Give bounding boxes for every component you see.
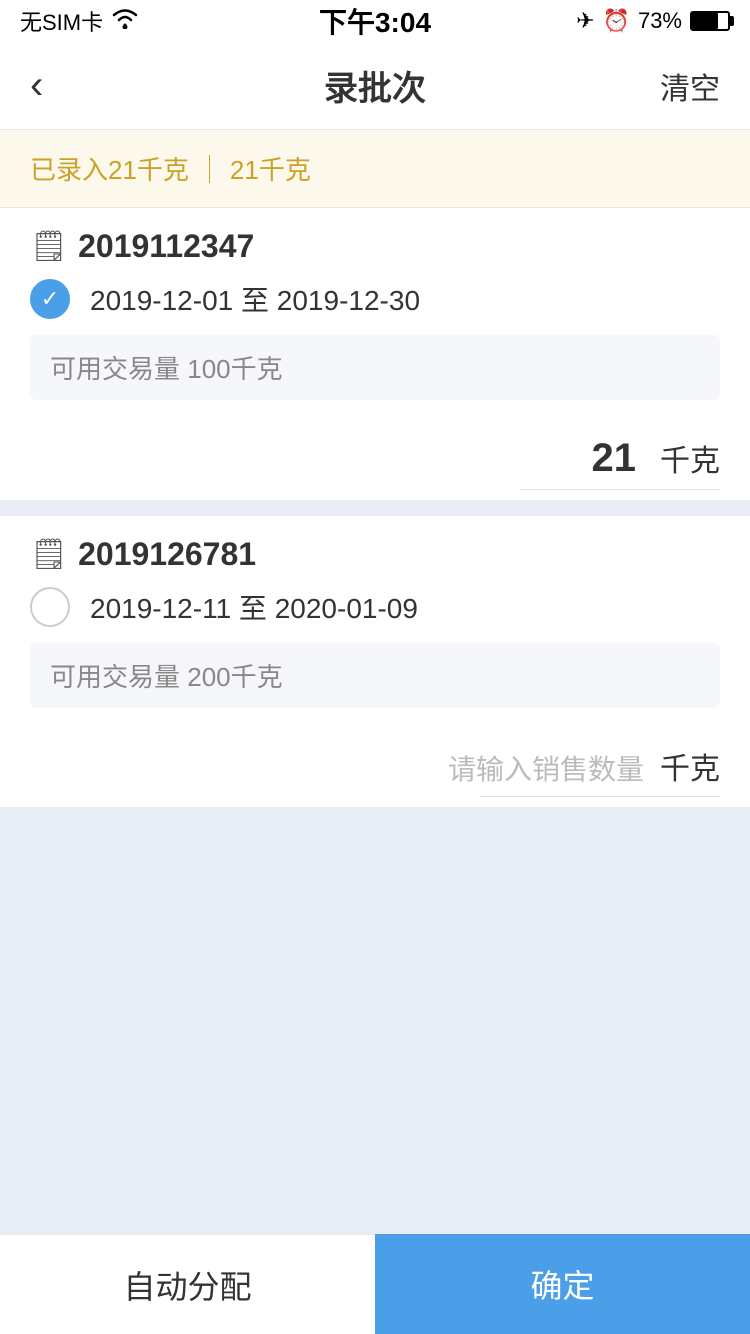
checkmark-icon: ✓ [41, 288, 59, 310]
input-underline [480, 796, 720, 797]
batch-2-date: 2019-12-11 至 2020-01-09 [90, 587, 418, 627]
batch-1-checkbox[interactable]: ✓ [30, 279, 70, 319]
status-right: ✈ ⏰ 73% [576, 8, 730, 34]
nav-title: 录批次 [324, 61, 426, 110]
batch-2-checkbox[interactable] [30, 587, 70, 627]
input-row: 请输入销售数量 千克 [30, 744, 720, 796]
amount-row: 21 千克 [30, 436, 720, 489]
status-time: 下午3:04 [319, 1, 431, 41]
input-placeholder: 请输入销售数量 [448, 748, 644, 788]
battery-percent: 73% [638, 8, 682, 34]
carrier-text: 无SIM卡 [20, 5, 103, 37]
batch-1-quantity-box: 可用交易量 100千克 [30, 335, 720, 400]
batch-2-row: 2019-12-11 至 2020-01-09 [30, 587, 720, 627]
batch-1-quantity-text: 可用交易量 100千克 [50, 354, 283, 384]
battery-icon [690, 11, 730, 31]
auto-distribute-button[interactable]: 自动分配 [0, 1234, 375, 1334]
status-left: 无SIM卡 [20, 5, 139, 37]
batch-1-id: 2019112347 [78, 228, 254, 265]
clear-button[interactable]: 清空 [660, 64, 720, 108]
batch-1-row: ✓ 2019-12-01 至 2019-12-30 [30, 279, 720, 319]
batch-2-id: 2019126781 [78, 536, 256, 573]
batch-item-2: 🗒 2019126781 2019-12-11 至 2020-01-09 可用交… [0, 516, 750, 744]
batch-1-icon: 🗒 [30, 229, 68, 264]
batch-2-quantity-text: 可用交易量 200千克 [50, 662, 283, 692]
status-bar: 无SIM卡 下午3:04 ✈ ⏰ 73% [0, 0, 750, 42]
bottom-bar: 自动分配 确定 [0, 1234, 750, 1334]
batch-1-header: 🗒 2019112347 [30, 228, 720, 265]
amount-unit: 千克 [660, 436, 720, 480]
nav-bar: ‹ 录批次 清空 [0, 42, 750, 130]
batch-2-header: 🗒 2019126781 [30, 536, 720, 573]
amount-underline [520, 489, 720, 490]
alarm-icon: ⏰ [603, 8, 630, 34]
info-value: 21千克 [230, 150, 311, 187]
batch-2-quantity-box: 可用交易量 200千克 [30, 643, 720, 708]
input-unit: 千克 [660, 744, 720, 788]
wifi-icon [111, 7, 139, 35]
info-label: 已录入21千克 [30, 150, 189, 187]
info-banner: 已录入21千克 21千克 [0, 130, 750, 208]
confirm-button[interactable]: 确定 [375, 1234, 750, 1334]
batch-item-1: 🗒 2019112347 ✓ 2019-12-01 至 2019-12-30 可… [0, 208, 750, 436]
amount-value: 21 [592, 436, 637, 481]
amount-section: 21 千克 [0, 436, 750, 500]
batch-1-date: 2019-12-01 至 2019-12-30 [90, 279, 420, 319]
back-button[interactable]: ‹ [30, 63, 43, 108]
location-icon: ✈ [576, 8, 594, 34]
batch-2-icon: 🗒 [30, 537, 68, 572]
section-divider [0, 500, 750, 516]
input-section: 请输入销售数量 千克 [0, 744, 750, 807]
gray-area [0, 807, 750, 1247]
info-divider [209, 155, 210, 183]
